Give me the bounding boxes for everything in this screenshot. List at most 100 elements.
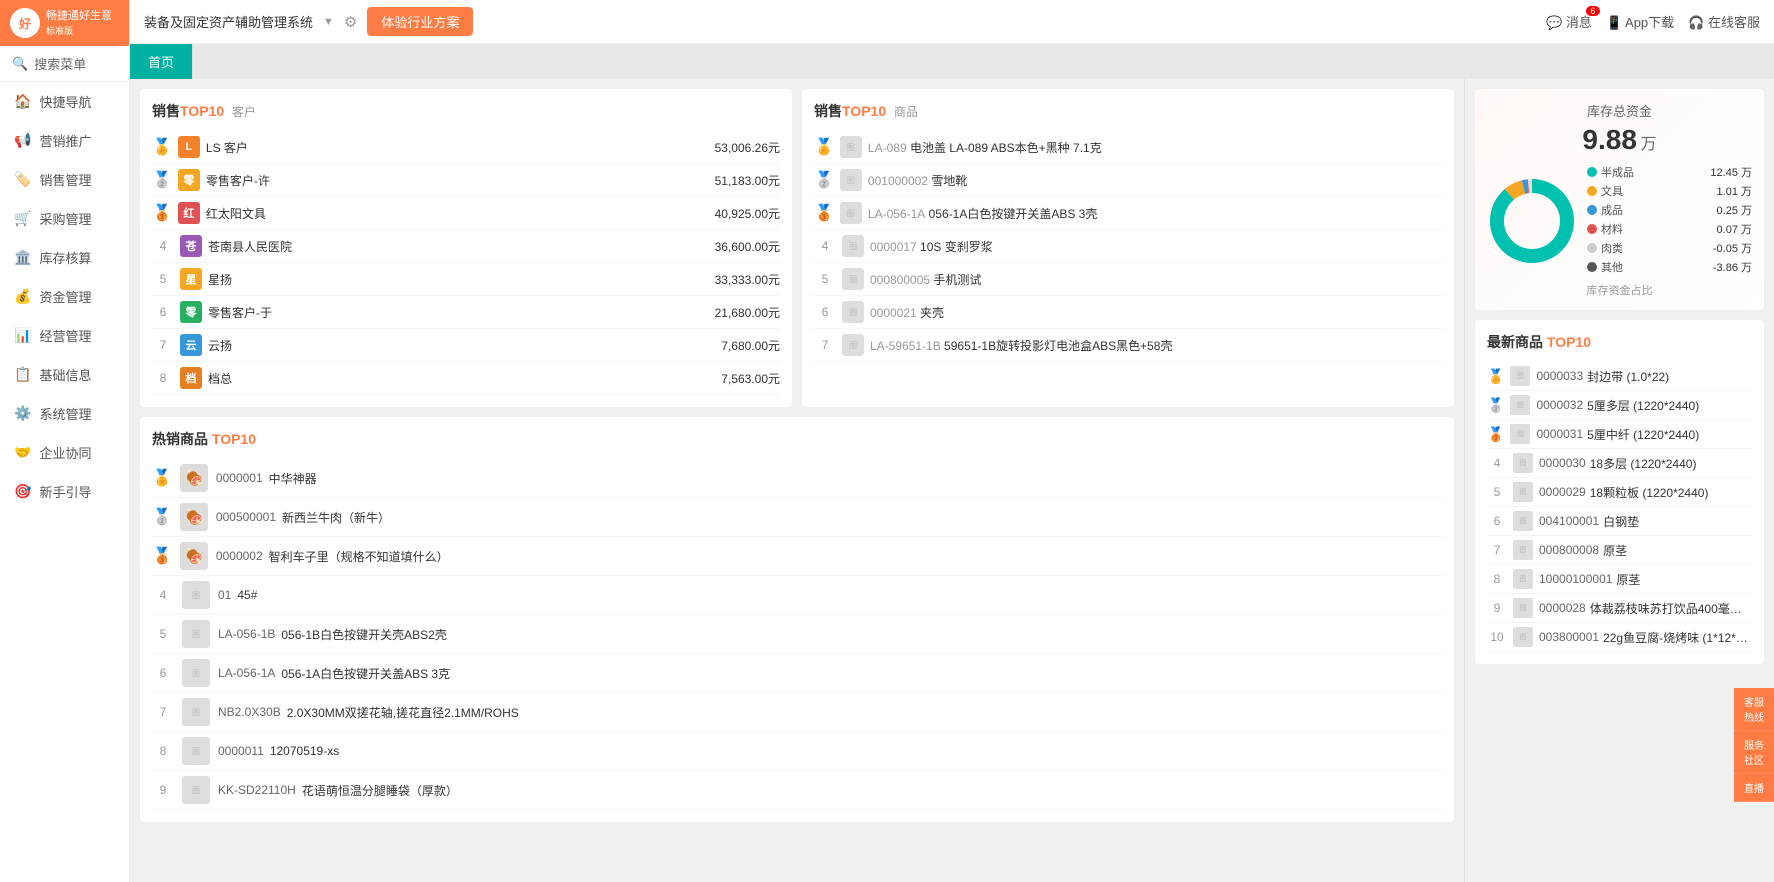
rank-medal: 🥈 (1487, 397, 1504, 414)
sidebar-item-企业协同[interactable]: 🤝企业协同 (0, 433, 129, 472)
product-image: 图 (842, 334, 864, 356)
hot-product-code: KK-SD22110H (218, 783, 296, 797)
legend-item: 材料 0.07 万 (1587, 221, 1752, 237)
sidebar-logo[interactable]: 好 畅捷通好生意 标准版 (0, 0, 129, 46)
newest-product-name: 体裁荔枝味苏打饮品400毫升 (1*15) (1590, 600, 1752, 617)
rank-number: 6 (814, 305, 836, 319)
hot-product-image: 图 (182, 776, 210, 804)
rank-medal: 🏅 (1487, 368, 1504, 385)
sidebar-item-资金管理[interactable]: 💰资金管理 (0, 277, 129, 316)
float-btn-community[interactable]: 服务 社区 (1734, 731, 1774, 774)
settings-icon[interactable]: ⚙ (344, 13, 357, 31)
hot-product-code: LA-056-1B (218, 627, 275, 641)
newest-product-name: 白钢垫 (1603, 513, 1752, 530)
legend-dot (1587, 262, 1597, 272)
customer-item: 🥉 红 红太阳文具 40,925.00元 (152, 197, 780, 230)
customer-avatar: L (178, 136, 200, 158)
newest-title: 最新商品 TOP10 (1487, 332, 1752, 352)
customer-value: 21,680.00元 (715, 304, 780, 321)
rank-medal: 🥈 (152, 170, 172, 190)
top-products-card: 销售TOP10 商品 🏅 图 LA-089 电池盖 LA-089 ABS本色+黑… (802, 89, 1454, 407)
sidebar-item-库存核算[interactable]: 🏛️库存核算 (0, 238, 129, 277)
hot-product-code: 000500001 (216, 510, 276, 524)
float-btn-live[interactable]: 直播 (1734, 774, 1774, 802)
sidebar-item-销售管理[interactable]: 🏷️销售管理 (0, 160, 129, 199)
page-tabs: 首页 (130, 44, 1774, 79)
customer-item: 6 零 零售客户-于 21,680.00元 (152, 296, 780, 329)
message-button[interactable]: 💬 消息 6 (1546, 12, 1592, 31)
product-info: LA-056-1A 056-1A白色按键开关盖ABS 3壳 (868, 205, 1442, 222)
sidebar-item-基础信息[interactable]: 📋基础信息 (0, 355, 129, 394)
legend-item: 其他 -3.86 万 (1587, 259, 1752, 275)
newest-product-item: 5 图 0000029 18颗粒板 (1220*2440) (1487, 478, 1752, 507)
logo-text: 畅捷通好生意 标准版 (46, 9, 112, 36)
sidebar-item-营销推广[interactable]: 📢营销推广 (0, 121, 129, 160)
sidebar-item-系统管理[interactable]: ⚙️系统管理 (0, 394, 129, 433)
product-item: 5 图 000800005 手机测试 (814, 263, 1442, 296)
trial-button[interactable]: 体验行业方案 (367, 7, 473, 36)
newest-product-image: 图 (1513, 540, 1533, 560)
rank-medal: 🥉 (1487, 426, 1504, 443)
legend-label: 文具 (1601, 183, 1713, 199)
nav-icon: 📊 (14, 327, 31, 344)
newest-product-item: 🥈 图 0000032 5厘多层 (1220*2440) (1487, 391, 1752, 420)
customer-name: LS 客户 (206, 139, 709, 156)
nav-icon: 🏷️ (14, 171, 31, 188)
hot-product-code: NB2.0X30B (218, 705, 281, 719)
product-image: 图 (840, 136, 862, 158)
customer-name: 零售客户-于 (208, 304, 709, 321)
float-buttons: 客服 热线 服务 社区 直播 (1734, 688, 1774, 802)
rank-medal: 🥈 (152, 507, 172, 527)
nav-menu: 🏠快捷导航📢营销推广🏷️销售管理🛒采购管理🏛️库存核算💰资金管理📊经营管理📋基础… (0, 82, 129, 511)
customer-avatar: 星 (180, 268, 202, 290)
message-badge: 6 (1586, 6, 1600, 16)
customer-avatar: 苍 (180, 235, 202, 257)
legend-value: 0.25 万 (1717, 202, 1752, 218)
sidebar-item-新手引导[interactable]: 🎯新手引导 (0, 472, 129, 511)
inventory-total: 9.88 万 (1487, 124, 1752, 156)
sidebar-item-采购管理[interactable]: 🛒采购管理 (0, 199, 129, 238)
newest-product-code: 0000032 (1536, 398, 1583, 412)
inventory-value: 9.88 (1582, 124, 1637, 155)
legend-value: 1.01 万 (1717, 183, 1752, 199)
app-download-button[interactable]: 📱 App下载 (1606, 12, 1674, 31)
rank-medal: 🥉 (814, 203, 834, 223)
nav-icon: 💰 (14, 288, 31, 305)
online-service-button[interactable]: 🎧 在线客服 (1688, 12, 1760, 31)
newest-product-code: 0000029 (1539, 485, 1586, 499)
float-btn-service[interactable]: 客服 热线 (1734, 688, 1774, 731)
legend-value: -0.05 万 (1713, 240, 1752, 256)
product-info: LA-59651-1B 59651-1B旋转投影灯电池盒ABS黑色+58壳 (870, 337, 1442, 354)
hot-product-name: 45# (237, 588, 257, 602)
topbar: 装备及固定资产辅助管理系统 ▼ ⚙ 体验行业方案 💬 消息 6 📱 App下载 … (130, 0, 1774, 44)
inventory-title: 库存总资金 (1487, 101, 1752, 120)
sidebar-item-快捷导航[interactable]: 🏠快捷导航 (0, 82, 129, 121)
newest-product-code: 0000031 (1536, 427, 1583, 441)
rank-number: 5 (152, 272, 174, 286)
rank-number: 4 (152, 588, 174, 602)
hot-product-item: 🥈 🍖 000500001 新西兰牛肉（新牛） (152, 498, 1442, 537)
newest-product-item: 10 图 003800001 22g鱼豆腐-烧烤味 (1*12*20) (1487, 623, 1752, 652)
nav-icon: 📢 (14, 132, 31, 149)
newest-product-name: 18颗粒板 (1220*2440) (1590, 484, 1752, 501)
hot-product-item: 🥉 🍖 0000002 智利车子里（规格不知道填什么） (152, 537, 1442, 576)
newest-product-image: 图 (1510, 395, 1530, 415)
newest-product-image: 图 (1513, 482, 1533, 502)
customer-item: 5 星 星扬 33,333.00元 (152, 263, 780, 296)
content-area: 销售TOP10 客户 🏅 L LS 客户 53,006.26元 🥈 零 零售客户… (130, 79, 1774, 882)
rank-medal: 🥈 (814, 170, 834, 190)
sidebar: 好 畅捷通好生意 标准版 🔍 搜索菜单 🏠快捷导航📢营销推广🏷️销售管理🛒采购管… (0, 0, 130, 882)
tab-home[interactable]: 首页 (130, 44, 193, 79)
search-menu[interactable]: 🔍 搜索菜单 (0, 46, 129, 82)
product-info: 0000017 10S 变刹罗浆 (870, 238, 1442, 255)
legend-label: 材料 (1601, 221, 1713, 237)
sidebar-item-经营管理[interactable]: 📊经营管理 (0, 316, 129, 355)
top-customers-card: 销售TOP10 客户 🏅 L LS 客户 53,006.26元 🥈 零 零售客户… (140, 89, 792, 407)
newest-product-code: 004100001 (1539, 514, 1599, 528)
system-dropdown-icon[interactable]: ▼ (323, 16, 334, 28)
hot-product-image: 图 (182, 737, 210, 765)
rank-number: 4 (814, 239, 836, 253)
legend-value: -3.86 万 (1713, 259, 1752, 275)
topbar-right: 💬 消息 6 📱 App下载 🎧 在线客服 (1546, 12, 1760, 31)
customer-value: 36,600.00元 (715, 238, 780, 255)
